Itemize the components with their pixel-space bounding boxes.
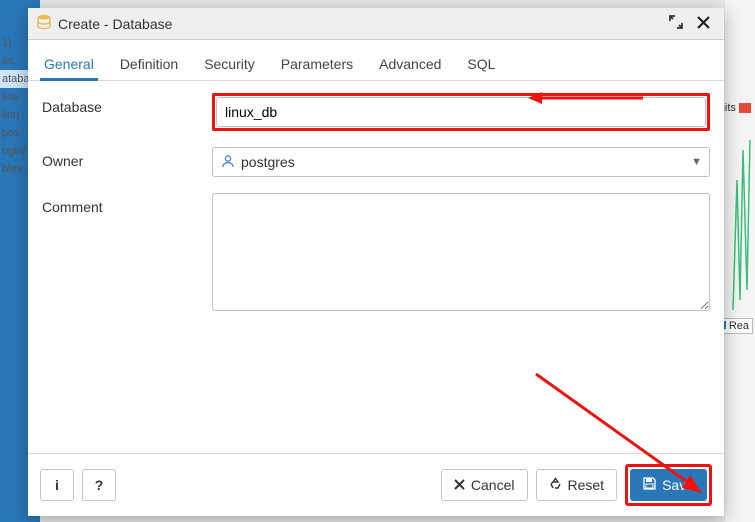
user-icon [221,154,235,171]
comment-label: Comment [42,193,212,215]
reset-label: Reset [568,477,605,493]
owner-select[interactable]: postgres ▼ [212,147,710,177]
maximize-icon[interactable] [665,15,687,32]
save-button[interactable]: Save [630,469,707,501]
close-icon[interactable] [693,16,714,32]
database-input[interactable] [216,97,706,127]
database-label: Database [42,93,212,115]
reset-button[interactable]: Reset [536,469,618,501]
tab-advanced[interactable]: Advanced [375,50,445,80]
cancel-label: Cancel [471,477,515,493]
tab-definition[interactable]: Definition [116,50,182,80]
save-label: Save [662,477,694,493]
help-button[interactable]: ? [82,469,116,501]
dialog-titlebar[interactable]: Create - Database [28,8,724,40]
dialog-title: Create - Database [58,16,659,32]
recycle-icon [549,477,562,493]
create-database-dialog: Create - Database General Definition Sec… [28,8,724,516]
chart-fragment [731,120,751,320]
tab-bar: General Definition Security Parameters A… [28,40,724,81]
row-owner: Owner postgres ▼ [42,147,710,177]
dialog-footer: i ? Cancel Reset Save [28,453,724,516]
save-icon [643,477,656,493]
row-database: Database [42,93,710,131]
tab-general[interactable]: General [40,50,98,80]
tab-sql[interactable]: SQL [463,50,499,80]
comment-textarea[interactable] [212,193,710,311]
close-icon [454,477,465,493]
owner-label: Owner [42,147,212,169]
row-comment: Comment [42,193,710,314]
database-icon [36,14,52,33]
database-highlight [212,93,710,131]
form-body: Database Owner postgres ▼ Comment [28,81,724,453]
info-button[interactable]: i [40,469,74,501]
cancel-button[interactable]: Cancel [441,469,528,501]
chevron-down-icon: ▼ [691,156,702,168]
save-highlight: Save [625,464,712,506]
owner-value: postgres [241,154,295,170]
tab-security[interactable]: Security [200,50,259,80]
tab-parameters[interactable]: Parameters [277,50,357,80]
right-panel-fragment [725,0,755,522]
